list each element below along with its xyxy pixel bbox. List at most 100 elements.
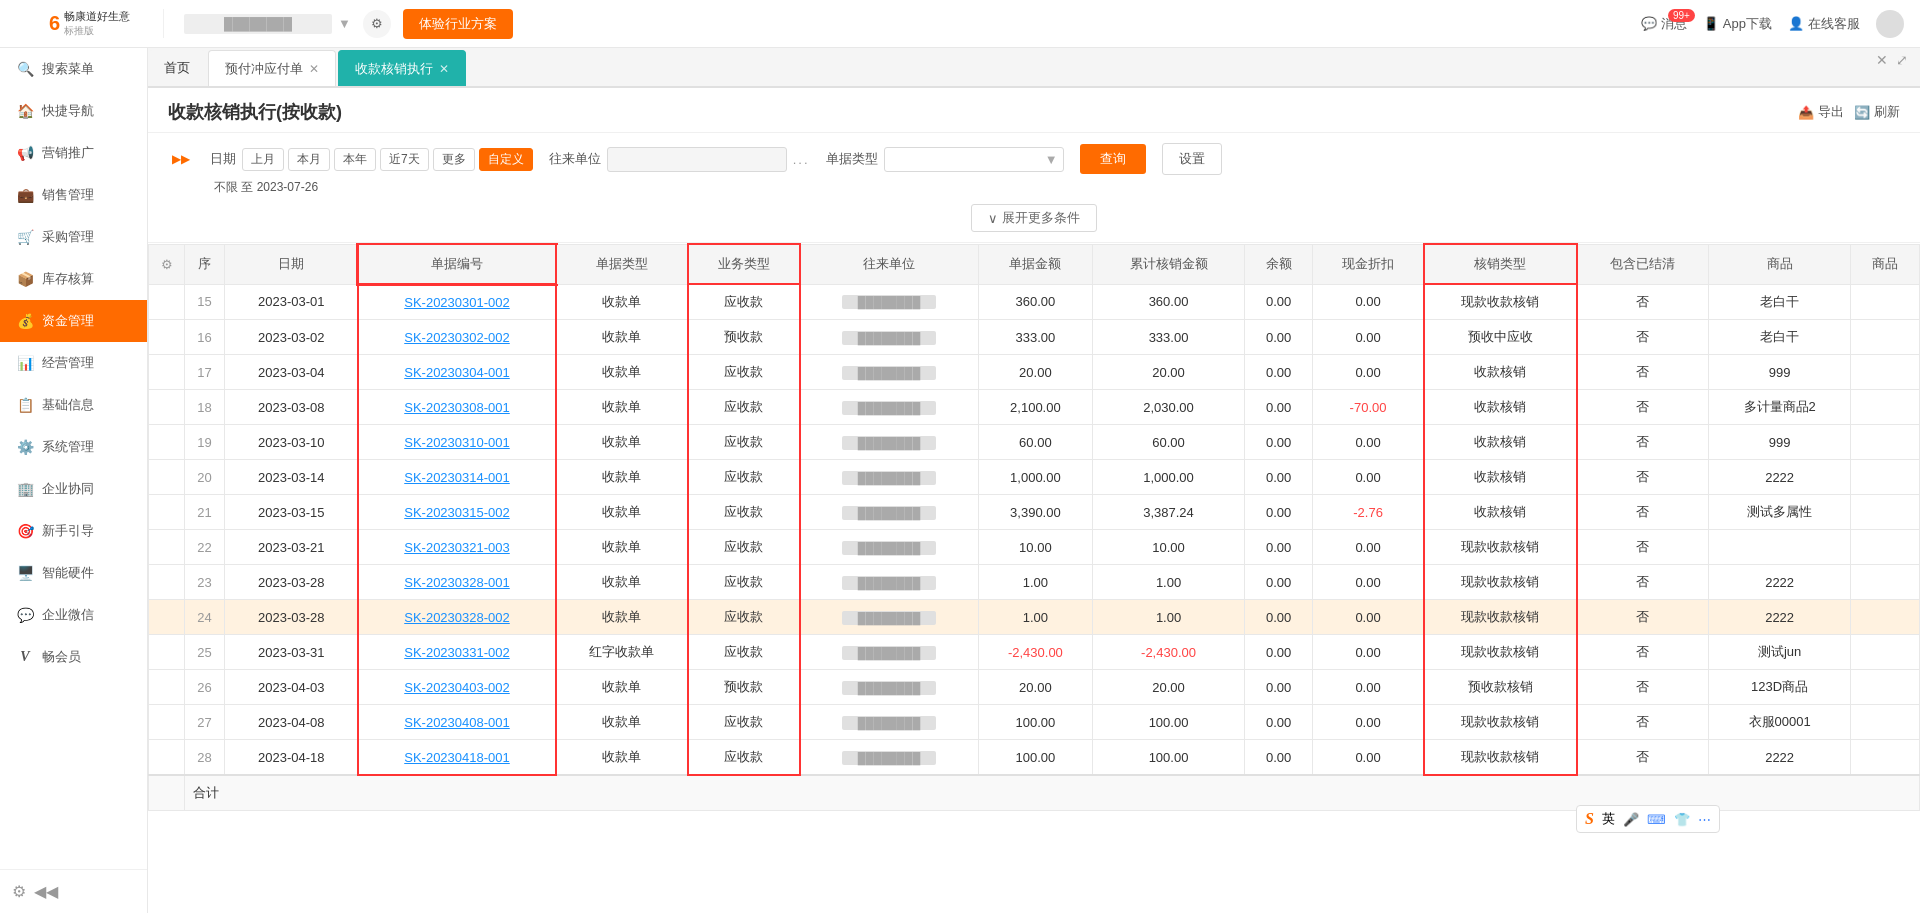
tab-close-active-icon[interactable]: ✕ [439, 62, 449, 76]
cell-bill-no[interactable]: SK-20230331-002 [358, 635, 555, 670]
cell-bill-no[interactable]: SK-20230418-001 [358, 740, 555, 776]
cell-bill-no[interactable]: SK-20230321-003 [358, 530, 555, 565]
date-btn-this-month[interactable]: 本月 [288, 148, 330, 171]
sidebar-item-wechat[interactable]: 💬 企业微信 [0, 594, 147, 636]
ime-shirt-icon[interactable]: 👕 [1674, 812, 1690, 827]
sidebar-item-guide[interactable]: 🎯 新手引导 [0, 510, 147, 552]
date-btn-this-year[interactable]: 本年 [334, 148, 376, 171]
sidebar-item-hardware[interactable]: 🖥️ 智能硬件 [0, 552, 147, 594]
cell-goods2 [1851, 670, 1920, 705]
workspace-selector[interactable]: ████████ ▼ [184, 14, 351, 34]
cell-bill-no[interactable]: SK-20230308-001 [358, 390, 555, 425]
col-header-bill-type: 单据类型 [556, 244, 688, 284]
industry-button[interactable]: 体验行业方案 [403, 9, 513, 39]
cell-bill-no[interactable]: SK-20230403-002 [358, 670, 555, 705]
cell-gear [149, 530, 185, 565]
cell-seq: 24 [185, 600, 225, 635]
refresh-button[interactable]: 🔄 刷新 [1854, 103, 1900, 121]
col-header-gear[interactable]: ⚙ [149, 244, 185, 284]
cell-bill-no[interactable]: SK-20230315-002 [358, 495, 555, 530]
cell-bill-no[interactable]: SK-20230302-002 [358, 320, 555, 355]
table-row: 15 2023-03-01 SK-20230301-002 收款单 应收款 ██… [149, 284, 1920, 320]
logo-area: 6 畅康道好生意 标推版 [16, 9, 164, 38]
sidebar-item-search[interactable]: 🔍 搜索菜单 [0, 48, 147, 90]
settings-icon[interactable]: ⚙ [363, 10, 391, 38]
sidebar-label: 营销推广 [42, 144, 94, 162]
receipt-type-select[interactable] [884, 147, 1064, 172]
cell-bill-no[interactable]: SK-20230328-001 [358, 565, 555, 600]
cell-balance: 0.00 [1244, 390, 1313, 425]
sales-icon: 💼 [16, 187, 34, 203]
partner-input[interactable] [607, 147, 787, 172]
cell-cumulative: 100.00 [1093, 705, 1245, 740]
setting-button[interactable]: 设置 [1162, 143, 1222, 175]
sidebar-item-sales[interactable]: 💼 销售管理 [0, 174, 147, 216]
cell-goods: 测试jun [1708, 635, 1850, 670]
app-download-button[interactable]: 📱 App下载 [1703, 15, 1772, 33]
cell-bill-no[interactable]: SK-20230408-001 [358, 705, 555, 740]
cell-seq: 28 [185, 740, 225, 776]
cell-writeoff-type: 现款收款核销 [1424, 635, 1577, 670]
cell-discount: -70.00 [1313, 390, 1424, 425]
cell-bill-no[interactable]: SK-20230310-001 [358, 425, 555, 460]
cell-bill-no[interactable]: SK-20230301-002 [358, 284, 555, 320]
expand-arrow-icon[interactable]: ▶▶ [168, 148, 194, 170]
date-btn-7days[interactable]: 近7天 [380, 148, 429, 171]
user-avatar[interactable] [1876, 10, 1904, 38]
sidebar-item-finance[interactable]: 💰 资金管理 [0, 300, 147, 342]
online-service-button[interactable]: 👤 在线客服 [1788, 15, 1860, 33]
ime-more-icon[interactable]: ⋯ [1698, 812, 1711, 827]
query-button[interactable]: 查询 [1080, 144, 1146, 174]
tab-home[interactable]: 首页 [148, 50, 206, 86]
partner-select-icon[interactable]: ... [793, 152, 810, 167]
expand-more-button[interactable]: ∨ 展开更多条件 [971, 204, 1097, 232]
ime-mic-icon[interactable]: 🎤 [1623, 812, 1639, 827]
hardware-icon: 🖥️ [16, 565, 34, 581]
date-btn-last-month[interactable]: 上月 [242, 148, 284, 171]
sidebar-item-purchase[interactable]: 🛒 采购管理 [0, 216, 147, 258]
cell-balance: 0.00 [1244, 425, 1313, 460]
page-title: 收款核销执行(按收款) [168, 100, 342, 124]
cell-cumulative: 1,000.00 [1093, 460, 1245, 495]
cell-cumulative: -2,430.00 [1093, 635, 1245, 670]
tab-close-all-icon[interactable]: ✕ [1876, 52, 1888, 68]
cell-bill-no[interactable]: SK-20230314-001 [358, 460, 555, 495]
cell-bill-no[interactable]: SK-20230304-001 [358, 355, 555, 390]
collapse-icon[interactable]: ◀◀ [34, 882, 58, 901]
sidebar-label: 销售管理 [42, 186, 94, 204]
ime-brand[interactable]: 英 [1602, 810, 1615, 828]
tab-close-icon[interactable]: ✕ [309, 62, 319, 76]
cell-goods: 999 [1708, 355, 1850, 390]
sidebar-item-system[interactable]: ⚙️ 系统管理 [0, 426, 147, 468]
tab-payable[interactable]: 预付冲应付单 ✕ [208, 50, 336, 86]
date-btn-more[interactable]: 更多 [433, 148, 475, 171]
notification-button[interactable]: 💬 消息 99+ [1641, 15, 1687, 33]
notification-badge: 99+ [1668, 9, 1695, 22]
sidebar-item-inventory[interactable]: 📦 库存核算 [0, 258, 147, 300]
sidebar-label: 库存核算 [42, 270, 94, 288]
cell-date: 2023-03-21 [225, 530, 359, 565]
sidebar-item-marketing[interactable]: 📢 营销推广 [0, 132, 147, 174]
tab-expand-icon[interactable]: ⤢ [1896, 52, 1908, 68]
cell-balance: 0.00 [1244, 740, 1313, 776]
cell-biz-type: 应收款 [688, 600, 800, 635]
cell-gear [149, 284, 185, 320]
sidebar-item-member[interactable]: V 畅会员 [0, 636, 147, 678]
cell-amount: 60.00 [978, 425, 1093, 460]
sidebar-item-operations[interactable]: 📊 经营管理 [0, 342, 147, 384]
tab-collection[interactable]: 收款核销执行 ✕ [338, 50, 466, 86]
cell-balance: 0.00 [1244, 565, 1313, 600]
settings-bottom-icon[interactable]: ⚙ [12, 882, 26, 901]
cell-partner: ████████ [800, 495, 978, 530]
cell-cumulative: 2,030.00 [1093, 390, 1245, 425]
sidebar-item-basicinfo[interactable]: 📋 基础信息 [0, 384, 147, 426]
sidebar-item-enterprise[interactable]: 🏢 企业协同 [0, 468, 147, 510]
table-row: 16 2023-03-02 SK-20230302-002 收款单 预收款 ██… [149, 320, 1920, 355]
chevron-down-icon[interactable]: ▼ [338, 16, 351, 31]
ime-toolbar: S 英 🎤 ⌨ 👕 ⋯ [1576, 805, 1720, 833]
sidebar-item-quicknav[interactable]: 🏠 快捷导航 [0, 90, 147, 132]
ime-keyboard-icon[interactable]: ⌨ [1647, 812, 1666, 827]
export-button[interactable]: 📤 导出 [1798, 103, 1844, 121]
date-btn-custom[interactable]: 自定义 [479, 148, 533, 171]
cell-bill-no[interactable]: SK-20230328-002 [358, 600, 555, 635]
